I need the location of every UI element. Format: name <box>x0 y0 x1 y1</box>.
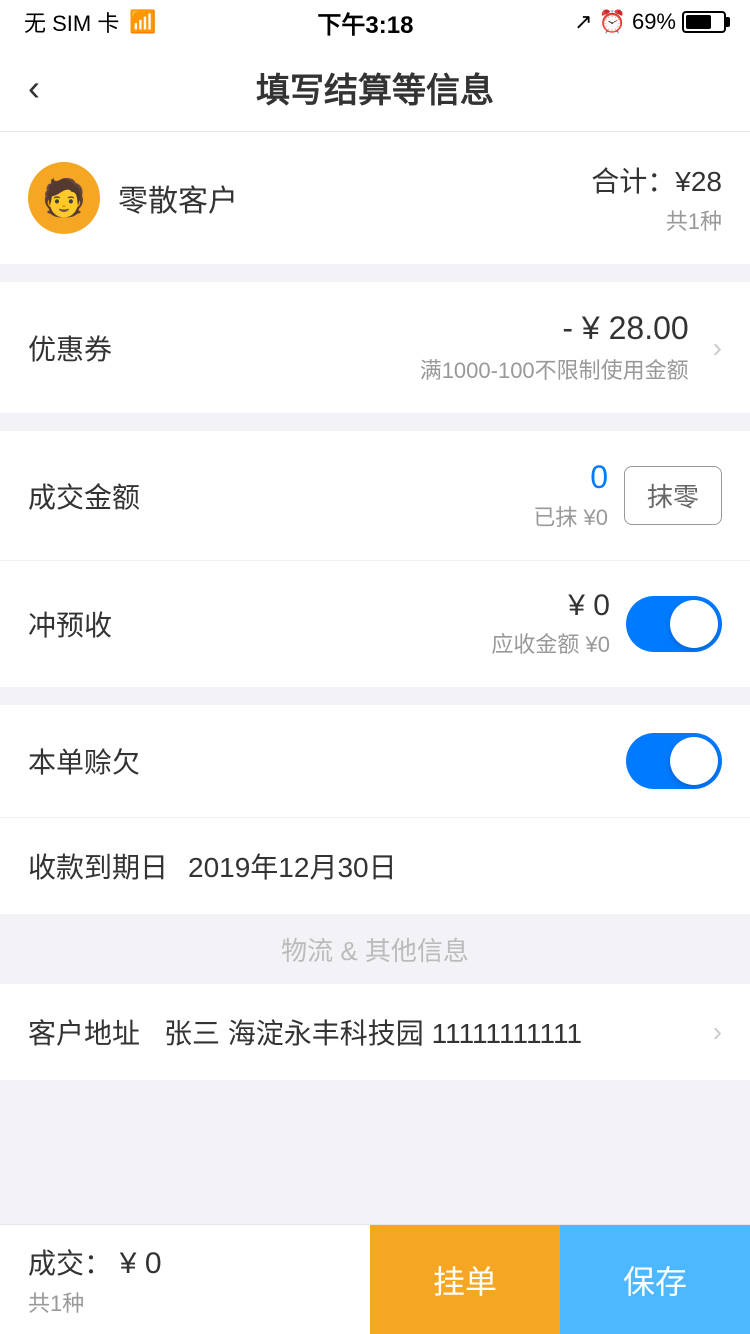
due-date-row: 收款到期日 2019年12月30日 <box>0 817 750 914</box>
address-label: 客户地址 <box>28 1012 140 1052</box>
bottom-count: 共1种 <box>28 1286 342 1318</box>
section-gap-3 <box>0 687 750 705</box>
transaction-value: 0 <box>533 459 608 496</box>
customer-avatar: 🧑 <box>28 162 100 234</box>
hold-button[interactable]: 挂单 <box>370 1225 560 1334</box>
save-button[interactable]: 保存 <box>560 1225 750 1334</box>
customer-name: 零散客户 <box>118 176 238 220</box>
wifi-icon: 📶 <box>129 9 156 35</box>
coupon-right: - ¥ 28.00 满1000-100不限制使用金额 › <box>420 310 722 385</box>
transaction-sub: 已抹 ¥0 <box>533 500 608 532</box>
content-area: 🧑 零散客户 合计：¥28 共1种 优惠券 - ¥ 28.00 满1000-10… <box>0 132 750 1190</box>
advance-desc: 应收金额 ¥0 <box>491 627 610 659</box>
payment-section: 成交金额 0 已抹 ¥0 抹零 冲预收 ¥ 0 应收金额 ¥0 <box>0 431 750 687</box>
advance-row: 冲预收 ¥ 0 应收金额 ¥0 <box>0 561 750 687</box>
bottom-deal-line: 成交： ¥ 0 <box>28 1242 342 1282</box>
battery-percent: 69% <box>632 9 676 35</box>
avatar-icon: 🧑 <box>42 177 87 219</box>
coupon-desc: 满1000-100不限制使用金额 <box>420 353 689 385</box>
customer-total: 合计：¥28 <box>591 160 722 200</box>
transaction-label: 成交金额 <box>28 476 140 516</box>
status-right: ↗ ⏰ 69% <box>574 9 726 35</box>
coupon-section: 优惠券 - ¥ 28.00 满1000-100不限制使用金额 › <box>0 282 750 413</box>
carrier-label: 无 SIM 卡 <box>24 6 119 38</box>
due-date-label: 收款到期日 <box>28 846 168 886</box>
debt-row: 本单赊欠 <box>0 705 750 817</box>
customer-row: 🧑 零散客户 合计：¥28 共1种 <box>0 132 750 264</box>
section-gap-2 <box>0 413 750 431</box>
round-off-button[interactable]: 抹零 <box>624 466 722 525</box>
advance-amount: ¥ 0 <box>568 589 610 623</box>
battery-fill <box>686 15 711 29</box>
address-chevron-icon: › <box>713 1016 722 1048</box>
battery-icon <box>682 11 726 33</box>
transaction-row: 成交金额 0 已抹 ¥0 抹零 <box>0 431 750 561</box>
bottom-deal-amount: ¥ 0 <box>120 1247 162 1280</box>
debt-label: 本单赊欠 <box>28 741 140 781</box>
bottom-info: 成交： ¥ 0 共1种 <box>0 1242 370 1318</box>
advance-label: 冲预收 <box>28 604 112 644</box>
customer-count: 共1种 <box>591 204 722 236</box>
logistics-label: 物流 & 其他信息 <box>281 931 469 968</box>
customer-left: 🧑 零散客户 <box>28 162 238 234</box>
transaction-details: 0 已抹 ¥0 <box>533 459 608 532</box>
back-button[interactable]: ‹ <box>28 67 40 109</box>
advance-right: ¥ 0 应收金额 ¥0 <box>491 589 722 659</box>
section-gap-1 <box>0 264 750 282</box>
due-date-value: 2019年12月30日 <box>188 846 397 886</box>
nav-bar: ‹ 填写结算等信息 <box>0 44 750 132</box>
coupon-amount: - ¥ 28.00 <box>420 310 689 347</box>
customer-right: 合计：¥28 共1种 <box>591 160 722 236</box>
debt-section: 本单赊欠 收款到期日 2019年12月30日 <box>0 705 750 914</box>
logistics-divider: 物流 & 其他信息 <box>0 914 750 984</box>
address-row[interactable]: 客户地址 张三 海淀永丰科技园 11111111111 › <box>0 984 750 1080</box>
alarm-icon: ⏰ <box>599 9 626 35</box>
chevron-right-icon: › <box>713 332 722 364</box>
status-bar: 无 SIM 卡 📶 下午3:18 ↗ ⏰ 69% <box>0 0 750 44</box>
advance-toggle[interactable] <box>626 596 722 652</box>
nav-title: 填写结算等信息 <box>256 63 494 112</box>
debt-toggle[interactable] <box>626 733 722 789</box>
coupon-details: - ¥ 28.00 满1000-100不限制使用金额 <box>420 310 689 385</box>
bottom-deal-label: 成交： <box>28 1248 112 1279</box>
location-icon: ↗ <box>574 9 592 35</box>
status-time: 下午3:18 <box>317 5 413 40</box>
debt-toggle-knob <box>670 737 718 785</box>
bottom-bar: 成交： ¥ 0 共1种 挂单 保存 <box>0 1224 750 1334</box>
status-left: 无 SIM 卡 📶 <box>24 6 157 38</box>
address-value: 张三 海淀永丰科技园 11111111111 <box>164 1012 681 1052</box>
advance-details: ¥ 0 应收金额 ¥0 <box>491 589 610 659</box>
coupon-row[interactable]: 优惠券 - ¥ 28.00 满1000-100不限制使用金额 › <box>0 282 750 413</box>
transaction-right: 0 已抹 ¥0 抹零 <box>533 459 722 532</box>
coupon-label: 优惠券 <box>28 328 112 368</box>
toggle-knob <box>670 600 718 648</box>
